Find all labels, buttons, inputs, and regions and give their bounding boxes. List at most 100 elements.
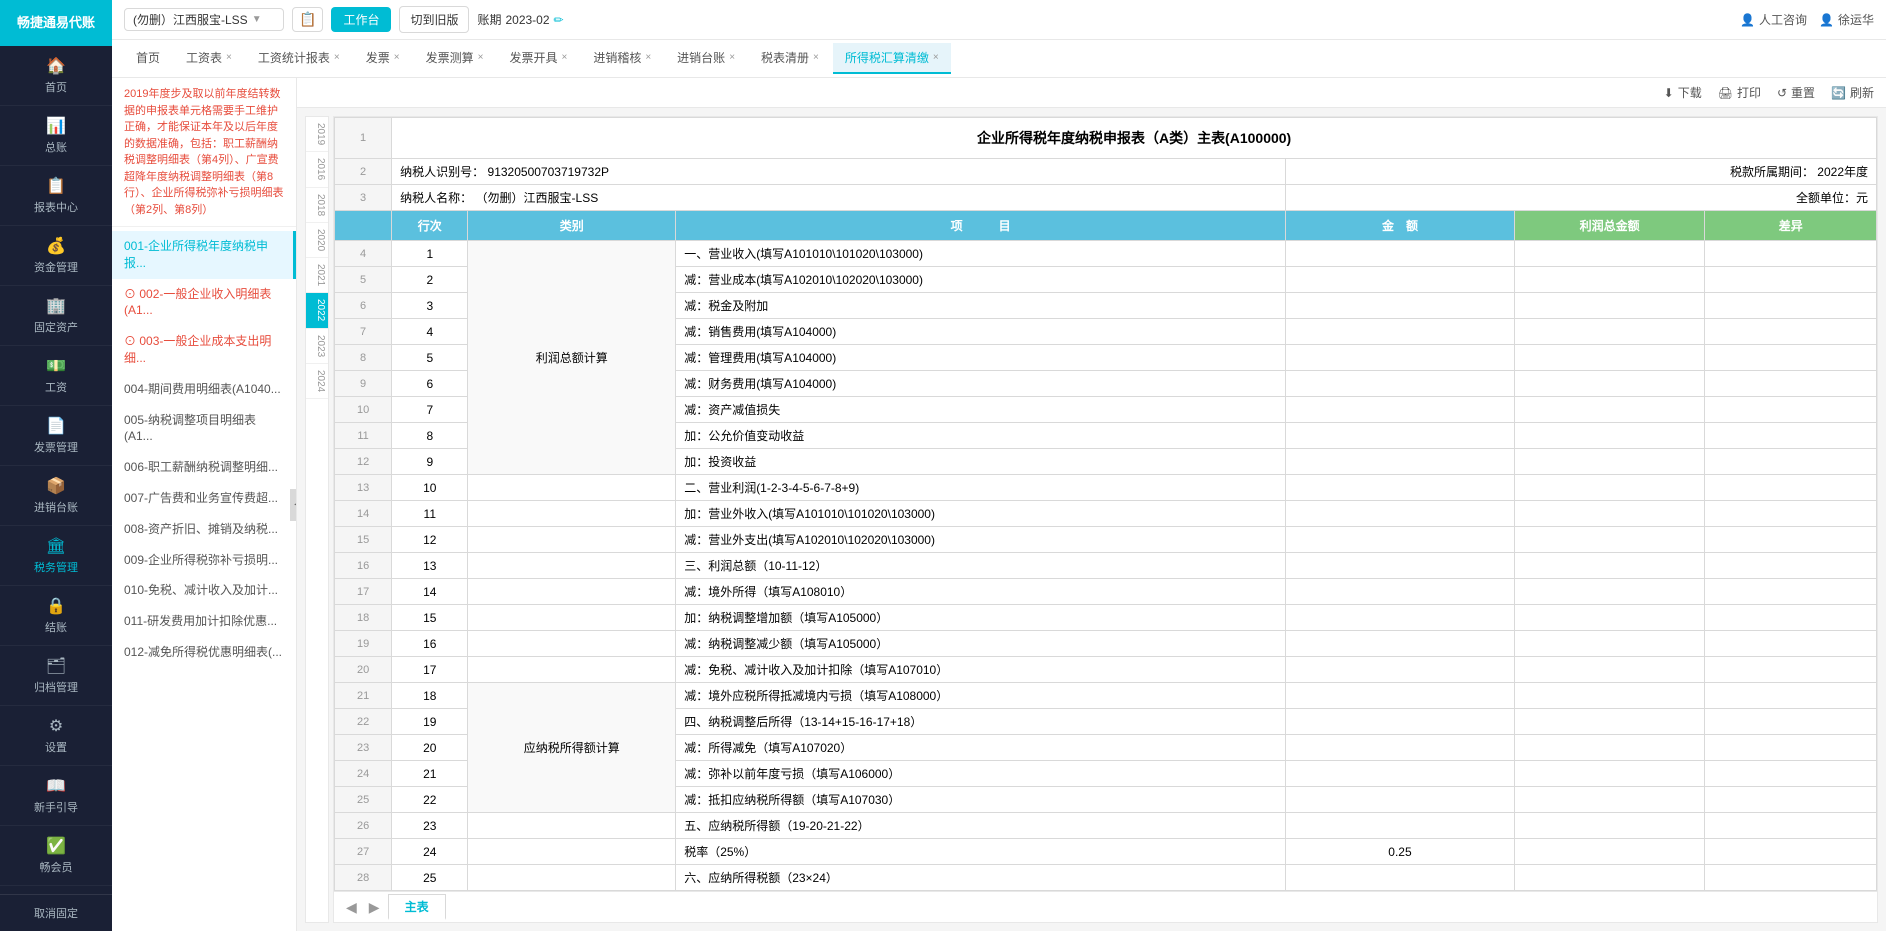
sub-menu-item-007[interactable]: 007-广告费和业务宣传费超... (112, 483, 296, 514)
sub-menu-item-011[interactable]: 011-研发费用加计扣除优惠... (112, 606, 296, 637)
taxpayer-name-label: 纳税人名称： (400, 191, 472, 205)
row-number: 3 (335, 185, 392, 211)
download-button[interactable]: ⬇ 下载 (1664, 84, 1702, 101)
table-row: 19 16 减：纳税调整减少额（填写A105000） (335, 631, 1877, 657)
close-tab-icon[interactable]: × (933, 52, 939, 63)
copy-button[interactable]: 📋 (292, 7, 323, 32)
member-icon: ✅ (46, 836, 66, 856)
row-number: 2 (335, 159, 392, 185)
unpin-label: 取消固定 (34, 908, 78, 920)
sidebar-item-purchase[interactable]: 📦 进销台账 (0, 466, 112, 526)
sub-menu-item-005[interactable]: 005-纳税调整项目明细表(A1... (112, 405, 296, 453)
timeline-2020[interactable]: 2020 (306, 223, 328, 258)
timeline-2024[interactable]: 2024 (306, 364, 328, 399)
tab-home[interactable]: 首页 (124, 43, 172, 74)
sub-menu-item-010[interactable]: 010-免税、减计收入及加计... (112, 575, 296, 606)
sheet-prev-icon[interactable]: ◀ (342, 899, 361, 916)
unpin-button[interactable]: 取消固定 (0, 894, 112, 931)
switch-version-button[interactable]: 切到旧版 (399, 6, 469, 33)
collapse-panel-button[interactable]: ◀ (290, 489, 297, 521)
sidebar-item-ledger[interactable]: 📊 总账 (0, 106, 112, 166)
tab-invoice[interactable]: 发票 × (354, 43, 412, 74)
sidebar-item-assets[interactable]: 🏢 固定资产 (0, 286, 112, 346)
tab-salary[interactable]: 工资表 × (174, 43, 244, 74)
sidebar-item-tax[interactable]: 🏛 税务管理 (0, 526, 112, 586)
tab-tax-table[interactable]: 税表清册 × (749, 43, 831, 74)
period-edit-icon[interactable]: ✏ (554, 13, 564, 27)
sidebar-item-reports[interactable]: 📋 报表中心 (0, 166, 112, 226)
sidebar-item-label: 设置 (45, 739, 67, 755)
reports-icon: 📋 (46, 176, 66, 196)
close-tab-icon[interactable]: × (561, 52, 567, 63)
user-profile[interactable]: 👤 徐运华 (1819, 11, 1874, 28)
sheet-next-icon[interactable]: ▶ (365, 899, 384, 916)
sub-menu-item-001[interactable]: 001-企业所得税年度纳税申报... (112, 231, 296, 279)
print-button[interactable]: 🖨 打印 (1718, 84, 1761, 101)
close-tab-icon[interactable]: × (226, 52, 232, 63)
print-icon: 🖨 (1718, 86, 1733, 100)
close-tab-icon[interactable]: × (729, 52, 735, 63)
sidebar-item-settings[interactable]: ⚙ 设置 (0, 706, 112, 766)
sidebar-item-closing[interactable]: 🔒 结账 (0, 586, 112, 646)
company-name: (勿删）江西服宝-LSS (133, 11, 248, 28)
sub-menu-item-004[interactable]: 004-期间费用明细表(A1040... (112, 374, 296, 405)
category-taxable: 应纳税所得额计算 (468, 683, 676, 813)
period-label: 账期 (477, 11, 501, 28)
sidebar-item-salary[interactable]: 💵 工资 (0, 346, 112, 406)
category-profit: 利润总额计算 (468, 241, 676, 475)
workbench-button[interactable]: 工作台 (331, 7, 391, 32)
sidebar-item-invoice[interactable]: 📄 发票管理 (0, 406, 112, 466)
table-row: 20 17 减：免税、减计收入及加计扣除（填写A107010） (335, 657, 1877, 683)
tab-invoice-open[interactable]: 发票开具 × (497, 43, 579, 74)
ai-service[interactable]: 👤 人工咨询 (1740, 11, 1807, 28)
timeline-2019[interactable]: 2019 (306, 117, 328, 152)
table-row: 28 25 六、应纳所得税额（23×24） (335, 865, 1877, 891)
sidebar-item-member[interactable]: ✅ 畅会员 (0, 826, 112, 886)
sub-menu-item-012[interactable]: 012-减免所得税优惠明细表(... (112, 637, 296, 668)
sub-menu-item-003[interactable]: ⊙ 003-一般企业成本支出明细... (112, 326, 296, 374)
tab-income-tax[interactable]: 所得税汇算清缴 × (833, 43, 951, 74)
sub-menu-item-008[interactable]: 008-资产折旧、摊销及纳税... (112, 514, 296, 545)
sheet-tab-main[interactable]: 主表 (388, 894, 446, 920)
sub-menu: 2019年度步及取以前年度结转数据的申报表单元格需要手工维护正确，才能保证本年及… (112, 78, 297, 931)
capital-icon: 💰 (46, 236, 66, 256)
timeline-2016[interactable]: 2016 (306, 152, 328, 187)
close-tab-icon[interactable]: × (645, 52, 651, 63)
close-tab-icon[interactable]: × (394, 52, 400, 63)
tax-period-value: 2022年度 (1817, 165, 1868, 179)
timeline-2021[interactable]: 2021 (306, 258, 328, 293)
sub-menu-item-002[interactable]: ⊙ 002-一般企业收入明细表(A1... (112, 279, 296, 327)
period-info: 账期 2023-02 ✏ (477, 11, 563, 28)
tab-salary-stat[interactable]: 工资统计报表 × (246, 43, 352, 74)
company-selector[interactable]: (勿删）江西服宝-LSS ▼ (124, 8, 284, 31)
sidebar-item-guide[interactable]: 📖 新手引导 (0, 766, 112, 826)
sidebar-item-label: 税务管理 (34, 559, 78, 575)
sidebar-item-capital[interactable]: 💰 资金管理 (0, 226, 112, 286)
spreadsheet-table: 1 企业所得税年度纳税申报表（A类）主表(A100000) 2 纳税人识别号： … (334, 117, 1877, 891)
table-row: 3 纳税人名称： （勿删）江西服宝-LSS 全额单位：元 (335, 185, 1877, 211)
close-tab-icon[interactable]: × (478, 52, 484, 63)
close-tab-icon[interactable]: × (813, 52, 819, 63)
reset-button[interactable]: ↺ 重置 (1777, 84, 1815, 101)
table-title: 企业所得税年度纳税申报表（A类）主表(A100000) (392, 118, 1877, 159)
sidebar-item-archive[interactable]: 🗂 归档管理 (0, 646, 112, 706)
close-tab-icon[interactable]: × (334, 52, 340, 63)
col-header-rownum (335, 211, 392, 241)
tab-invoice-calc[interactable]: 发票测算 × (414, 43, 496, 74)
spreadsheet-toolbar: ⬇ 下载 🖨 打印 ↺ 重置 🔄 刷新 (297, 78, 1886, 108)
ai-service-icon: 👤 (1740, 13, 1755, 27)
timeline-2023[interactable]: 2023 (306, 329, 328, 364)
guide-icon: 📖 (46, 776, 66, 796)
timeline-2018[interactable]: 2018 (306, 188, 328, 223)
sub-menu-item-006[interactable]: 006-职工薪酬纳税调整明细... (112, 452, 296, 483)
tab-purchase-check[interactable]: 进销稽核 × (581, 43, 663, 74)
assets-icon: 🏢 (46, 296, 66, 316)
top-bar-right: 👤 人工咨询 👤 徐运华 (1740, 11, 1874, 28)
refresh-button[interactable]: 🔄 刷新 (1831, 84, 1874, 101)
sidebar-item-home[interactable]: 🏠 首页 (0, 46, 112, 106)
main-content: (勿删）江西服宝-LSS ▼ 📋 工作台 切到旧版 账期 2023-02 ✏ 👤… (112, 0, 1886, 931)
sub-menu-item-009[interactable]: 009-企业所得税弥补亏损明... (112, 545, 296, 576)
timeline-2022[interactable]: 2022 (306, 293, 328, 328)
tab-purchase-ledger[interactable]: 进销台账 × (665, 43, 747, 74)
table-row: 15 12 减：营业外支出(填写A102010\102020\103000) (335, 527, 1877, 553)
